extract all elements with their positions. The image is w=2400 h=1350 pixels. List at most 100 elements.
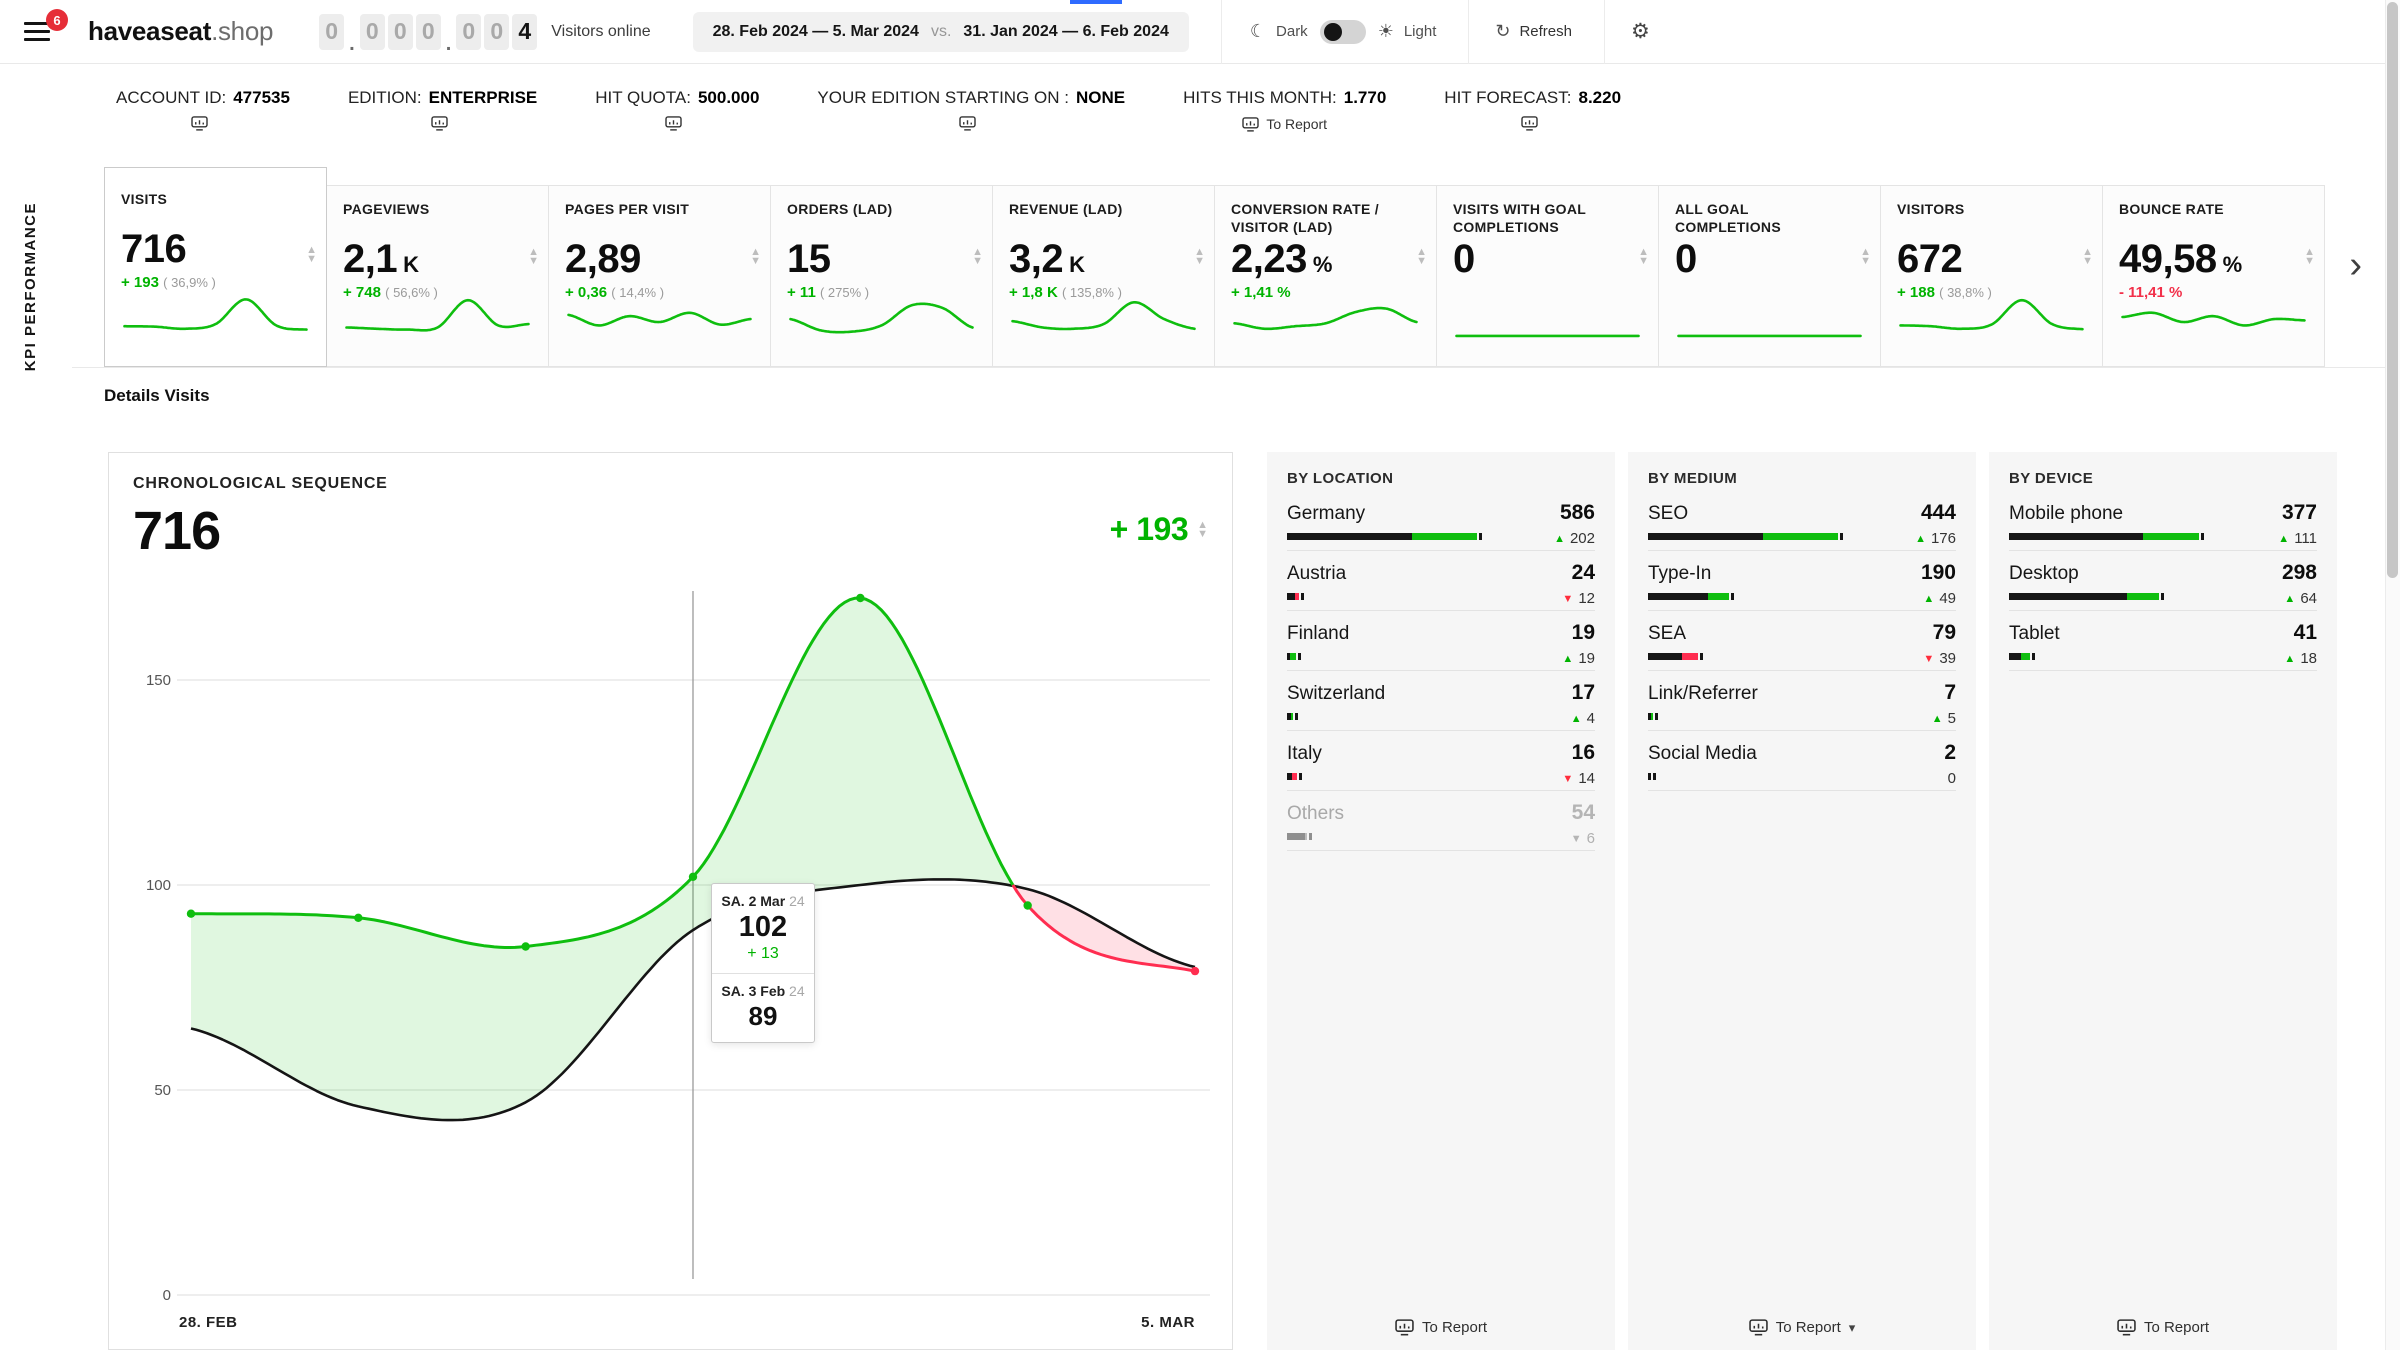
breakdown-row[interactable]: Type-In 190 ▲ 49 — [1648, 551, 1956, 611]
account-info-value: ENTERPRISE — [428, 88, 538, 107]
account-info-item: HITS THIS MONTH: 1.770 To Report — [1183, 88, 1386, 132]
kpi-card[interactable]: ALL GOAL COMPLETIONS 0 ▲ ▼ — [1658, 185, 1881, 367]
sort-arrows[interactable]: ▲ ▼ — [2082, 247, 2093, 267]
breakdown-row[interactable]: Switzerland 17 ▲ 4 — [1287, 671, 1595, 731]
tooltip-previous-section: SA. 3 Feb 24 89 — [712, 973, 814, 1042]
kpi-card[interactable]: VISITS 716 + 193 ( 36,9% ) ▲ ▼ — [104, 167, 327, 367]
logo[interactable]: haveaseat.shop — [88, 16, 273, 47]
rail-label: KPI PERFORMANCE — [22, 202, 39, 372]
report-icon — [1748, 1319, 1768, 1336]
kpi-card-title: VISITORS — [1897, 201, 1965, 217]
breakdown-row[interactable]: Social Media 2 0 — [1648, 731, 1956, 791]
breakdown-panel-title: BY DEVICE — [2009, 470, 2094, 487]
sort-arrows[interactable]: ▲ ▼ — [1416, 247, 1427, 267]
kpi-card[interactable]: PAGEVIEWS 2,1 K + 748 ( 56,6% ) ▲ ▼ — [326, 185, 549, 367]
breakdown-row[interactable]: Others 54 ▼ 6 — [1287, 791, 1595, 851]
kpi-card[interactable]: REVENUE (LAD) 3,2 K + 1,8 K ( 135,8% ) ▲… — [992, 185, 1215, 367]
delta-arrow-icon: ▼ — [1570, 832, 1582, 845]
menu-button[interactable]: 6 — [24, 9, 68, 41]
tooltip-previous-value: 89 — [748, 1001, 778, 1031]
delta-arrow-icon: ▲ — [1915, 532, 1926, 545]
settings-button[interactable]: ⚙ — [1631, 19, 1650, 44]
kpi-card-value: 2,1 K — [343, 237, 419, 281]
kpi-card[interactable]: BOUNCE RATE 49,58 % - 11,41 % ▲ ▼ — [2102, 185, 2325, 367]
sort-arrows[interactable]: ▲ ▼ — [1194, 247, 1205, 267]
refresh-button[interactable]: ↻ Refresh — [1495, 21, 1572, 42]
scrollbar-thumb[interactable] — [2387, 2, 2398, 578]
visitor-counter-digit: 0 — [387, 13, 413, 50]
kpi-card-value: 2,89 — [565, 237, 641, 281]
sort-arrows[interactable]: ▲ ▼ — [1860, 247, 1871, 267]
to-report-link[interactable]: To Report — [1183, 116, 1386, 132]
breakdown-row-bar — [2009, 533, 2209, 540]
breakdown-row[interactable]: SEA 79 ▼ 39 — [1648, 611, 1956, 671]
report-icon — [1520, 116, 1538, 131]
to-report-label: To Report — [1266, 116, 1328, 132]
kpi-card[interactable]: VISITS WITH GOAL COMPLETIONS 0 ▲ ▼ — [1436, 185, 1659, 367]
sort-arrows[interactable]: ▲ ▼ — [306, 245, 317, 265]
tabbar: Details Visits — [72, 368, 2400, 428]
sort-arrows[interactable]: ▲ ▼ — [972, 247, 983, 267]
to-report-link[interactable]: To Report ▾ — [1989, 1319, 2337, 1336]
svg-text:5. MAR: 5. MAR — [1141, 1314, 1195, 1331]
kpi-scroll-right-button[interactable]: › — [2349, 246, 2362, 284]
logo-text-light: .shop — [211, 16, 274, 46]
breakdown-row-value: 586 — [1559, 501, 1595, 524]
kpi-cards-row: VISITS 716 + 193 ( 36,9% ) ▲ ▼ PAGEVIEWS… — [72, 167, 2400, 368]
breakdown-row[interactable]: Link/Referrer 7 ▲ 5 — [1648, 671, 1956, 731]
sort-arrows[interactable]: ▲ ▼ — [750, 247, 761, 267]
breakdown-row-name: SEO — [1648, 503, 1689, 524]
sort-arrows[interactable]: ▲ ▼ — [528, 247, 539, 267]
breakdown-row[interactable]: Italy 16 ▼ 14 — [1287, 731, 1595, 791]
account-info-label: EDITION: — [347, 88, 422, 107]
breakdown-row-delta: 0 — [1947, 770, 1956, 787]
tooltip-current-delta: + 13 — [747, 945, 779, 962]
breakdown-row-bar — [1648, 773, 1848, 780]
tab-details-visits[interactable]: Details Visits — [104, 386, 210, 405]
report-icon — [1242, 116, 1260, 132]
switch-knob — [1323, 22, 1342, 41]
to-report-link[interactable] — [348, 116, 537, 131]
to-report-link[interactable] — [817, 116, 1125, 131]
breakdown-row-value: 19 — [1571, 621, 1595, 644]
breakdown-row-delta: ▲ 5 — [1931, 710, 1956, 727]
account-info-value: 500.000 — [697, 88, 760, 107]
breakdown-row[interactable]: Finland 19 ▲ 19 — [1287, 611, 1595, 671]
breakdown-row[interactable]: SEO 444 ▲ 176 — [1648, 491, 1956, 551]
divider — [1220, 0, 1222, 64]
to-report-link[interactable] — [595, 116, 759, 131]
breakdown-panels: BY LOCATION Germany 586 ▲ 202 Austria 24… — [1267, 452, 2337, 1350]
chronological-sequence-chart[interactable]: 0 50 100 150 28. FEB 5. MAR — [133, 561, 1210, 1341]
breakdown-row[interactable]: Germany 586 ▲ 202 — [1287, 491, 1595, 551]
to-report-link[interactable]: To Report ▾ — [1267, 1319, 1615, 1336]
breakdown-row-bar — [1648, 713, 1848, 720]
breakdown-row[interactable]: Mobile phone 377 ▲ 111 — [2009, 491, 2317, 551]
theme-switch[interactable] — [1319, 19, 1366, 44]
tooltip-current-section: SA. 2 Mar 24 102 + 13 — [712, 884, 814, 973]
account-info-label: HITS THIS MONTH: — [1183, 88, 1337, 107]
kpi-card[interactable]: PAGES PER VISIT 2,89 + 0,36 ( 14,4% ) ▲ … — [548, 185, 771, 367]
sort-arrows[interactable]: ▲ ▼ — [1197, 519, 1208, 540]
light-label: Light — [1403, 23, 1437, 40]
sort-arrows[interactable]: ▲ ▼ — [2304, 247, 2315, 267]
to-report-link[interactable] — [116, 116, 290, 131]
delta-arrow-icon: ▼ — [1923, 652, 1935, 665]
breakdown-row[interactable]: Desktop 298 ▲ 64 — [2009, 551, 2317, 611]
breakdown-row[interactable]: Austria 24 ▼ 12 — [1287, 551, 1595, 611]
breakdown-row-value: 444 — [1920, 501, 1956, 524]
breakdown-row[interactable]: Tablet 41 ▲ 18 — [2009, 611, 2317, 671]
kpi-card[interactable]: ORDERS (LAD) 15 + 11 ( 275% ) ▲ ▼ — [770, 185, 993, 367]
kpi-card[interactable]: CONVERSION RATE / VISITOR (LAD) 2,23 % +… — [1214, 185, 1437, 367]
report-icon — [191, 116, 208, 131]
sort-down-icon: ▼ — [1197, 527, 1208, 540]
breakdown-row-name: Austria — [1287, 563, 1347, 584]
date-range-picker[interactable]: 28. Feb 2024 — 5. Mar 2024 vs. 31. Jan 2… — [692, 11, 1189, 52]
kpi-card-unit: K — [403, 252, 419, 277]
delta-arrow-icon: ▲ — [1931, 712, 1943, 725]
sort-arrows[interactable]: ▲ ▼ — [1638, 247, 1649, 267]
breakdown-row-delta: ▲ 111 — [2278, 530, 2317, 547]
to-report-link[interactable] — [1444, 116, 1621, 131]
kpi-card-title: REVENUE (LAD) — [1009, 201, 1123, 217]
to-report-link[interactable]: To Report ▾ — [1628, 1319, 1976, 1336]
kpi-card[interactable]: VISITORS 672 + 188 ( 38,8% ) ▲ ▼ — [1880, 185, 2103, 367]
